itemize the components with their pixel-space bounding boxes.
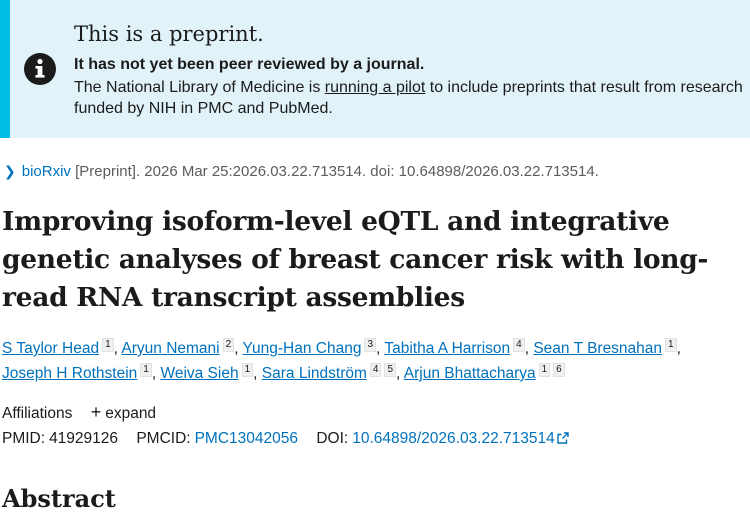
affiliation-number[interactable]: 1 <box>538 363 551 377</box>
author-link[interactable]: Joseph H Rothstein <box>2 365 137 382</box>
author-separator: , <box>676 340 681 357</box>
author-link[interactable]: Weiva Sieh <box>160 365 238 382</box>
affiliation-number[interactable]: 2 <box>222 338 235 352</box>
author-separator: , <box>234 340 243 357</box>
affiliation-number[interactable]: 1 <box>241 363 254 377</box>
banner-body: The National Library of Medicine is runn… <box>74 77 746 119</box>
abstract-heading: Abstract <box>2 484 116 513</box>
article-title: Improving isoform-level eQTL and integra… <box>2 206 709 313</box>
doi-value: 10.64898/2026.03.22.713514 <box>352 430 555 447</box>
chevron-right-icon: ❯ <box>4 163 16 179</box>
preprint-banner: This is a preprint. It has not yet been … <box>0 0 750 138</box>
author-link[interactable]: Arjun Bhattacharya <box>404 365 536 382</box>
journal-source-link[interactable]: bioRxiv <box>22 163 71 180</box>
banner-title: This is a preprint. <box>74 22 264 46</box>
affiliations-label: Affiliations <box>2 405 73 422</box>
doi-label: DOI: <box>316 430 349 447</box>
external-link-icon <box>557 432 569 444</box>
affiliation-number[interactable]: 1 <box>140 363 152 377</box>
pmcid-label: PMCID: <box>136 430 191 447</box>
affiliation-number[interactable]: 4 <box>369 363 382 377</box>
author-link[interactable]: Sean T Bresnahan <box>533 340 662 357</box>
running-pilot-link[interactable]: running a pilot <box>325 79 426 96</box>
affiliations-row: Affiliations + expand <box>2 402 156 423</box>
pmcid-link[interactable]: PMC13042056 <box>195 430 298 447</box>
author-separator: , <box>253 365 262 382</box>
banner-accent-bar <box>0 0 10 138</box>
pmid-value: 41929126 <box>49 430 119 447</box>
info-icon <box>24 53 56 85</box>
identifiers-row: PMID: 41929126 PMCID: PMC13042056 DOI: 10.6… <box>2 430 569 448</box>
banner-body-text: The National Library of Medicine is <box>74 79 325 96</box>
affiliation-number[interactable]: 3 <box>364 338 377 352</box>
doi-link[interactable]: 10.64898/2026.03.22.713514 <box>352 430 569 447</box>
pmid-label: PMID: <box>2 430 46 447</box>
banner-subtitle: It has not yet been peer reviewed by a j… <box>74 56 425 73</box>
author-link[interactable]: S Taylor Head <box>2 340 99 357</box>
citation-details: [Preprint]. 2026 Mar 25:2026.03.22.71351… <box>75 163 599 180</box>
expand-affiliations-button[interactable]: + expand <box>90 402 157 422</box>
citation-line: ❯ bioRxiv [Preprint]. 2026 Mar 25:2026.03… <box>4 163 599 180</box>
affiliation-number[interactable]: 6 <box>553 363 565 377</box>
author-separator: , <box>396 365 404 382</box>
expand-label: expand <box>105 405 157 422</box>
affiliation-number[interactable]: 1 <box>665 338 677 352</box>
affiliation-number[interactable]: 1 <box>102 338 114 352</box>
author-link[interactable]: Yung-Han Chang <box>243 340 362 357</box>
author-link[interactable]: Aryun Nemani <box>121 340 219 357</box>
affiliation-number[interactable]: 4 <box>513 338 525 352</box>
affiliation-number[interactable]: 5 <box>384 363 397 377</box>
author-list: S Taylor Head 1, Aryun Nemani 2, Yung-Han … <box>2 336 748 386</box>
plus-icon: + <box>90 402 102 422</box>
author-link[interactable]: Tabitha A Harrison <box>384 340 510 357</box>
author-link[interactable]: Sara Lindström <box>262 365 367 382</box>
